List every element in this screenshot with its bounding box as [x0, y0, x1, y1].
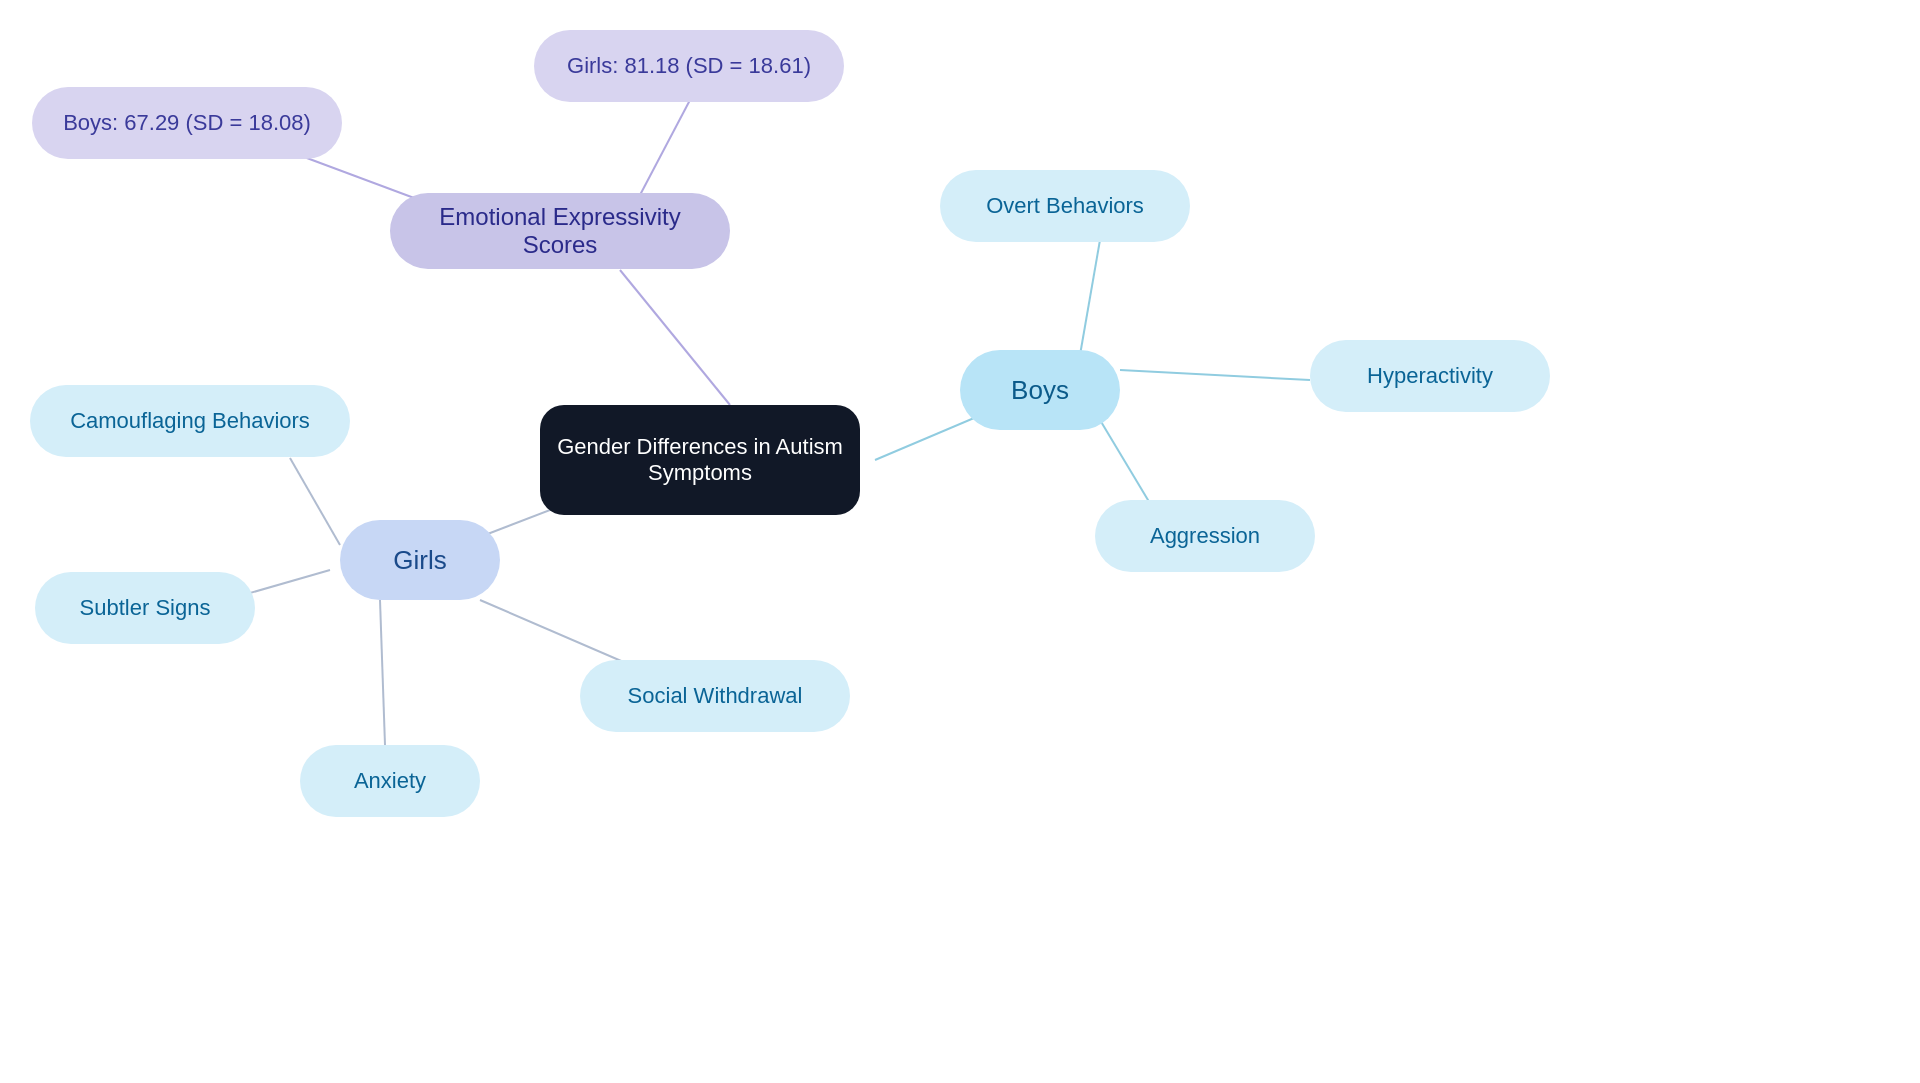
svg-line-9 [1080, 240, 1100, 355]
center-label: Gender Differences in Autism Symptoms [540, 434, 860, 486]
svg-line-2 [620, 270, 730, 405]
emotional-scores-label: Emotional Expressivity Scores [422, 203, 698, 259]
anxiety-node: Anxiety [300, 745, 480, 817]
svg-line-5 [290, 458, 340, 545]
hyperactivity-node: Hyperactivity [1310, 340, 1550, 412]
boys-label: Boys [1011, 375, 1069, 406]
girls-score-node: Girls: 81.18 (SD = 18.61) [534, 30, 844, 102]
girls-label: Girls [393, 545, 446, 576]
camouflaging-label: Camouflaging Behaviors [70, 408, 310, 434]
hyperactivity-label: Hyperactivity [1367, 363, 1493, 389]
overt-behaviors-label: Overt Behaviors [986, 193, 1144, 219]
center-node: Gender Differences in Autism Symptoms [540, 405, 860, 515]
svg-line-4 [640, 100, 690, 195]
svg-line-7 [380, 600, 385, 745]
aggression-node: Aggression [1095, 500, 1315, 572]
girls-score-label: Girls: 81.18 (SD = 18.61) [567, 53, 811, 79]
svg-line-10 [1120, 370, 1310, 380]
social-withdrawal-node: Social Withdrawal [580, 660, 850, 732]
emotional-scores-node: Emotional Expressivity Scores [390, 193, 730, 269]
boys-node: Boys [960, 350, 1120, 430]
subtler-signs-label: Subtler Signs [80, 595, 211, 621]
girls-node: Girls [340, 520, 500, 600]
overt-behaviors-node: Overt Behaviors [940, 170, 1190, 242]
boys-score-label: Boys: 67.29 (SD = 18.08) [63, 110, 311, 136]
social-withdrawal-label: Social Withdrawal [628, 683, 803, 709]
camouflaging-node: Camouflaging Behaviors [30, 385, 350, 457]
anxiety-label: Anxiety [354, 768, 426, 794]
boys-score-node: Boys: 67.29 (SD = 18.08) [32, 87, 342, 159]
subtler-signs-node: Subtler Signs [35, 572, 255, 644]
aggression-label: Aggression [1150, 523, 1260, 549]
